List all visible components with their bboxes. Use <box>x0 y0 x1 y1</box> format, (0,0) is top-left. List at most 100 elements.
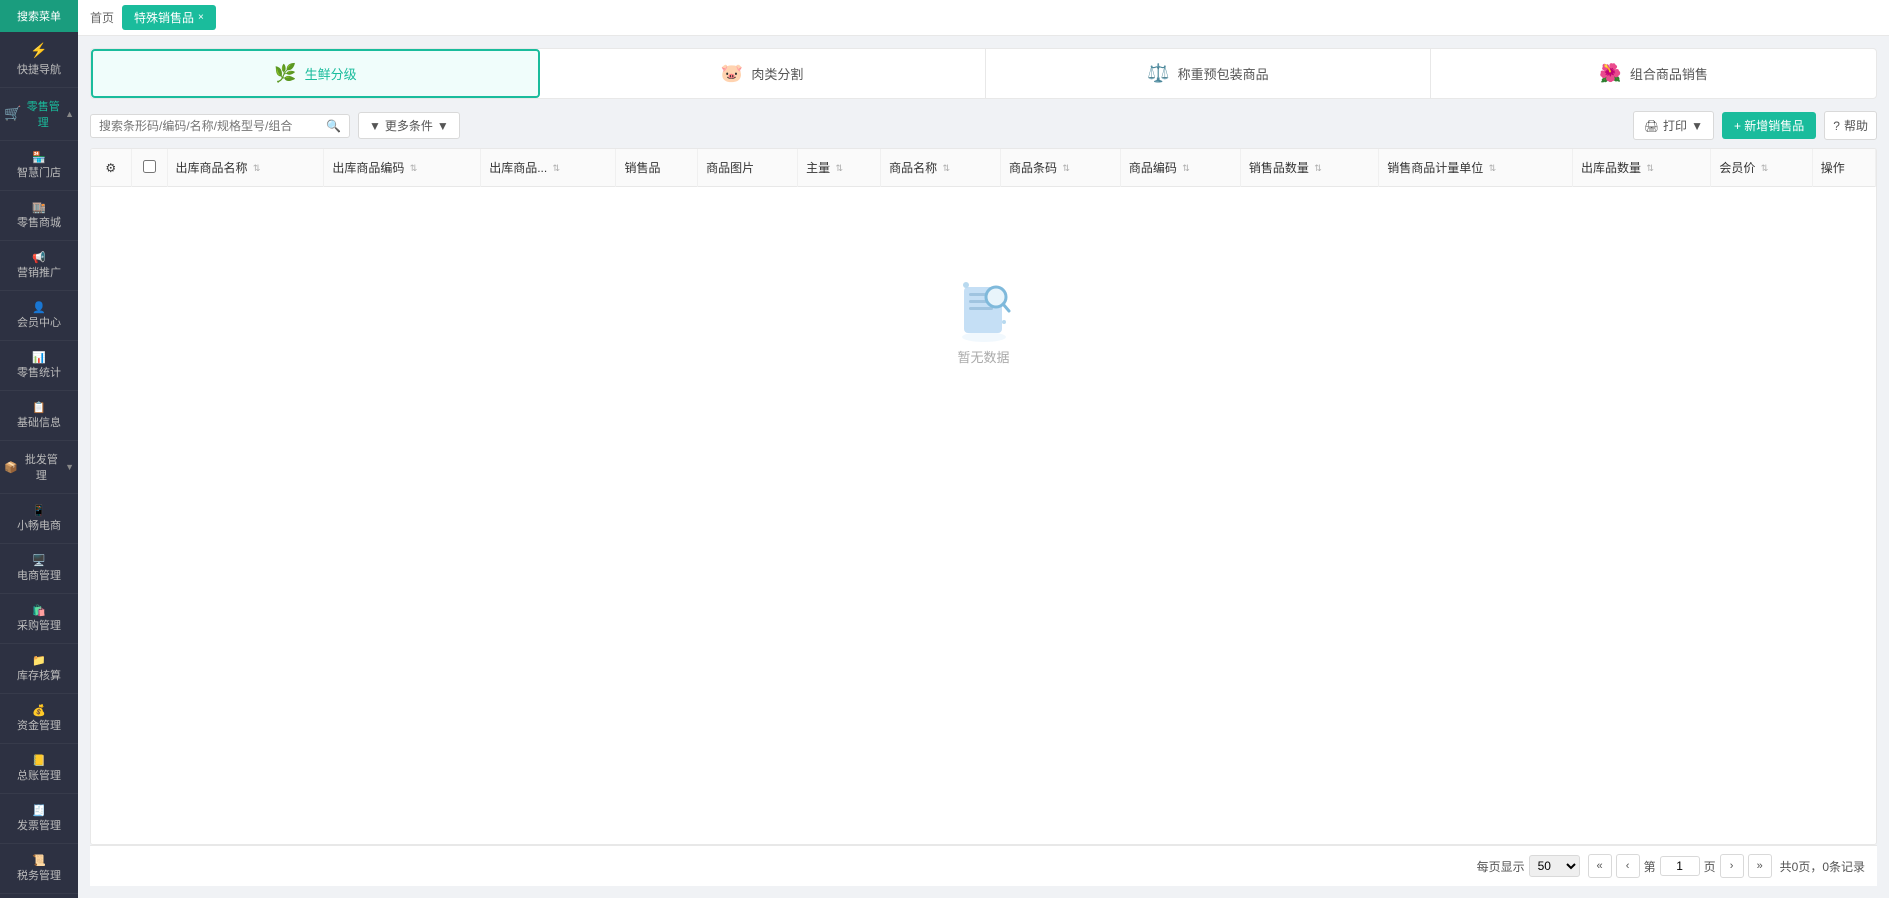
filter-button[interactable]: ▼ 更多条件 ▼ <box>358 112 460 139</box>
sort-arrows[interactable]: ⇅ <box>1761 163 1769 174</box>
add-sales-product-button[interactable]: + 新增销售品 <box>1722 112 1816 139</box>
first-page-button[interactable]: « <box>1588 854 1612 878</box>
col-out-qty: 出库品数量 ⇅ <box>1572 149 1710 187</box>
sidebar-item-retail-manage[interactable]: 🛒 零售管理 ▲ <box>0 88 78 141</box>
col-sales-unit: 销售商品计量单位 ⇅ <box>1379 149 1573 187</box>
col-member-price: 会员价 ⇅ <box>1711 149 1812 187</box>
sidebar-item-mini-shop[interactable]: 📱 小畅电商 <box>0 494 78 544</box>
sidebar-item-retail-mall[interactable]: 🏬 零售商城 <box>0 191 78 241</box>
print-button[interactable]: 🖨 打印 ▼ <box>1633 111 1714 140</box>
sidebar-item-member-center[interactable]: 👤 会员中心 <box>0 291 78 341</box>
tab-combo[interactable]: 🌺 组合商品销售 <box>1431 49 1876 98</box>
col-settings[interactable]: ⚙ <box>91 149 131 187</box>
general-ledger-icon: 📒 <box>32 754 46 767</box>
sidebar-item-tax[interactable]: 📜 税务管理 <box>0 844 78 894</box>
sort-arrows[interactable]: ⇅ <box>1646 163 1654 174</box>
help-label: 帮助 <box>1844 117 1868 134</box>
sidebar-item-label: 基础信息 <box>17 414 61 430</box>
sidebar-item-label: 零售商城 <box>17 214 61 230</box>
empty-state: 暂无数据 <box>91 187 1876 446</box>
category-tabs: 🌿 生鲜分级 🐷 肉类分割 ⚖️ 称重预包装商品 🌺 组合商品销售 <box>90 48 1877 99</box>
filter-icon: ▼ <box>369 119 381 133</box>
retail-manage-arrow: ▲ <box>65 109 74 119</box>
sort-arrows[interactable]: ⇅ <box>836 163 844 174</box>
sidebar-item-label: 小畅电商 <box>17 517 61 533</box>
tab-weigh-pack[interactable]: ⚖️ 称重预包装商品 <box>986 49 1432 98</box>
sidebar-item-label: 库存核算 <box>17 667 61 683</box>
sidebar-item-ecommerce[interactable]: 🖥️ 电商管理 <box>0 544 78 594</box>
sidebar-item-invoice[interactable]: 🧾 发票管理 <box>0 794 78 844</box>
page-size-select: 每页显示 50 10 20 100 <box>1477 855 1580 877</box>
pagination: 每页显示 50 10 20 100 « ‹ 第 页 › » 共0页，0条记录 <box>90 845 1877 886</box>
sort-arrows[interactable]: ⇅ <box>553 163 561 174</box>
help-button[interactable]: ? 帮助 <box>1824 111 1877 140</box>
sidebar-item-basic-info[interactable]: 📋 基础信息 <box>0 391 78 441</box>
col-checkbox <box>131 149 167 187</box>
weigh-pack-label: 称重预包装商品 <box>1178 64 1269 83</box>
retail-manage-icon: 🛒 <box>4 105 21 122</box>
search-input[interactable] <box>99 119 326 133</box>
inventory-icon: 📁 <box>32 654 46 667</box>
sidebar-item-quick-nav[interactable]: ⚡ 快捷导航 <box>0 32 78 88</box>
sidebar-item-retail-stats[interactable]: 📊 零售统计 <box>0 341 78 391</box>
col-sales-product: 销售品 <box>616 149 698 187</box>
fresh-grade-icon: 🌿 <box>274 63 296 84</box>
per-page-dropdown[interactable]: 50 10 20 100 <box>1529 855 1580 877</box>
col-sales-qty: 销售品数量 ⇅ <box>1240 149 1378 187</box>
sort-arrows[interactable]: ⇅ <box>410 163 418 174</box>
purchase-icon: 🛍️ <box>32 604 46 617</box>
invoice-icon: 🧾 <box>32 804 46 817</box>
sort-arrows[interactable]: ⇅ <box>1489 163 1497 174</box>
home-breadcrumb[interactable]: 首页 <box>90 9 114 26</box>
finance-icon: 💰 <box>32 704 46 717</box>
page-number-input[interactable] <box>1660 856 1700 876</box>
search-box: 🔍 <box>90 114 350 138</box>
sort-arrows[interactable]: ⇅ <box>1182 163 1190 174</box>
total-label: 共0页，0条记录 <box>1780 858 1865 875</box>
wholesale-arrow: ▼ <box>65 462 74 472</box>
sidebar-item-smart-store[interactable]: 🏪 智慧门店 <box>0 141 78 191</box>
toolbar-right: 🖨 打印 ▼ + 新增销售品 ? 帮助 <box>1633 111 1877 140</box>
table-header-row: ⚙ 出库商品名称 ⇅ 出库商品编码 ⇅ 出库商品 <box>91 149 1876 187</box>
add-label: + 新增销售品 <box>1734 117 1804 134</box>
smart-store-icon: 🏪 <box>32 151 46 164</box>
col-product-image: 商品图片 <box>698 149 798 187</box>
content-area: 🌿 生鲜分级 🐷 肉类分割 ⚖️ 称重预包装商品 🌺 组合商品销售 🔍 <box>78 36 1889 898</box>
sort-arrows[interactable]: ⇅ <box>1314 163 1322 174</box>
help-icon: ? <box>1833 119 1840 133</box>
sidebar-item-label: 会员中心 <box>17 314 61 330</box>
sidebar-item-label: 零售管理 <box>23 98 63 130</box>
sidebar-item-purchase[interactable]: 🛍️ 采购管理 <box>0 594 78 644</box>
prev-page-button[interactable]: ‹ <box>1616 854 1640 878</box>
sidebar-item-finance[interactable]: 💰 资金管理 <box>0 694 78 744</box>
sidebar-item-general-ledger[interactable]: 📒 总账管理 <box>0 744 78 794</box>
tab-close-icon[interactable]: × <box>198 12 204 23</box>
active-tab[interactable]: 特殊销售品 × <box>122 5 216 30</box>
sort-arrows[interactable]: ⇅ <box>942 163 950 174</box>
sidebar-item-inventory[interactable]: 📁 库存核算 <box>0 644 78 694</box>
col-product-name: 商品名称 ⇅ <box>881 149 1001 187</box>
ecommerce-icon: 🖥️ <box>32 554 46 567</box>
sidebar-item-marketing[interactable]: 📢 营销推广 <box>0 241 78 291</box>
next-page-button[interactable]: › <box>1720 854 1744 878</box>
col-product-barcode: 商品条码 ⇅ <box>1001 149 1121 187</box>
tax-icon: 📜 <box>32 854 46 867</box>
sidebar-item-fixed-assets[interactable]: 🏢 固定资产 <box>0 894 78 898</box>
sidebar-item-wholesale[interactable]: 📦 批发管理 ▼ <box>0 441 78 494</box>
tab-meat-cut[interactable]: 🐷 肉类分割 <box>540 49 986 98</box>
sort-arrows[interactable]: ⇅ <box>253 163 261 174</box>
empty-text: 暂无数据 <box>957 347 1009 366</box>
tab-fresh-grade[interactable]: 🌿 生鲜分级 <box>91 49 540 98</box>
col-operation: 操作 <box>1812 149 1875 187</box>
page-of-label: 页 <box>1704 858 1716 875</box>
sort-arrows[interactable]: ⇅ <box>1062 163 1070 174</box>
sidebar-item-label: 快捷导航 <box>17 61 61 77</box>
page-label: 第 <box>1644 858 1656 875</box>
meat-cut-label: 肉类分割 <box>751 64 803 83</box>
last-page-button[interactable]: » <box>1748 854 1772 878</box>
search-icon[interactable]: 🔍 <box>326 119 341 133</box>
sidebar-item-label: 采购管理 <box>17 617 61 633</box>
print-label: 打印 <box>1663 117 1687 134</box>
select-all-checkbox[interactable] <box>143 160 156 173</box>
sidebar-logo[interactable]: 搜索菜单 <box>0 0 78 32</box>
